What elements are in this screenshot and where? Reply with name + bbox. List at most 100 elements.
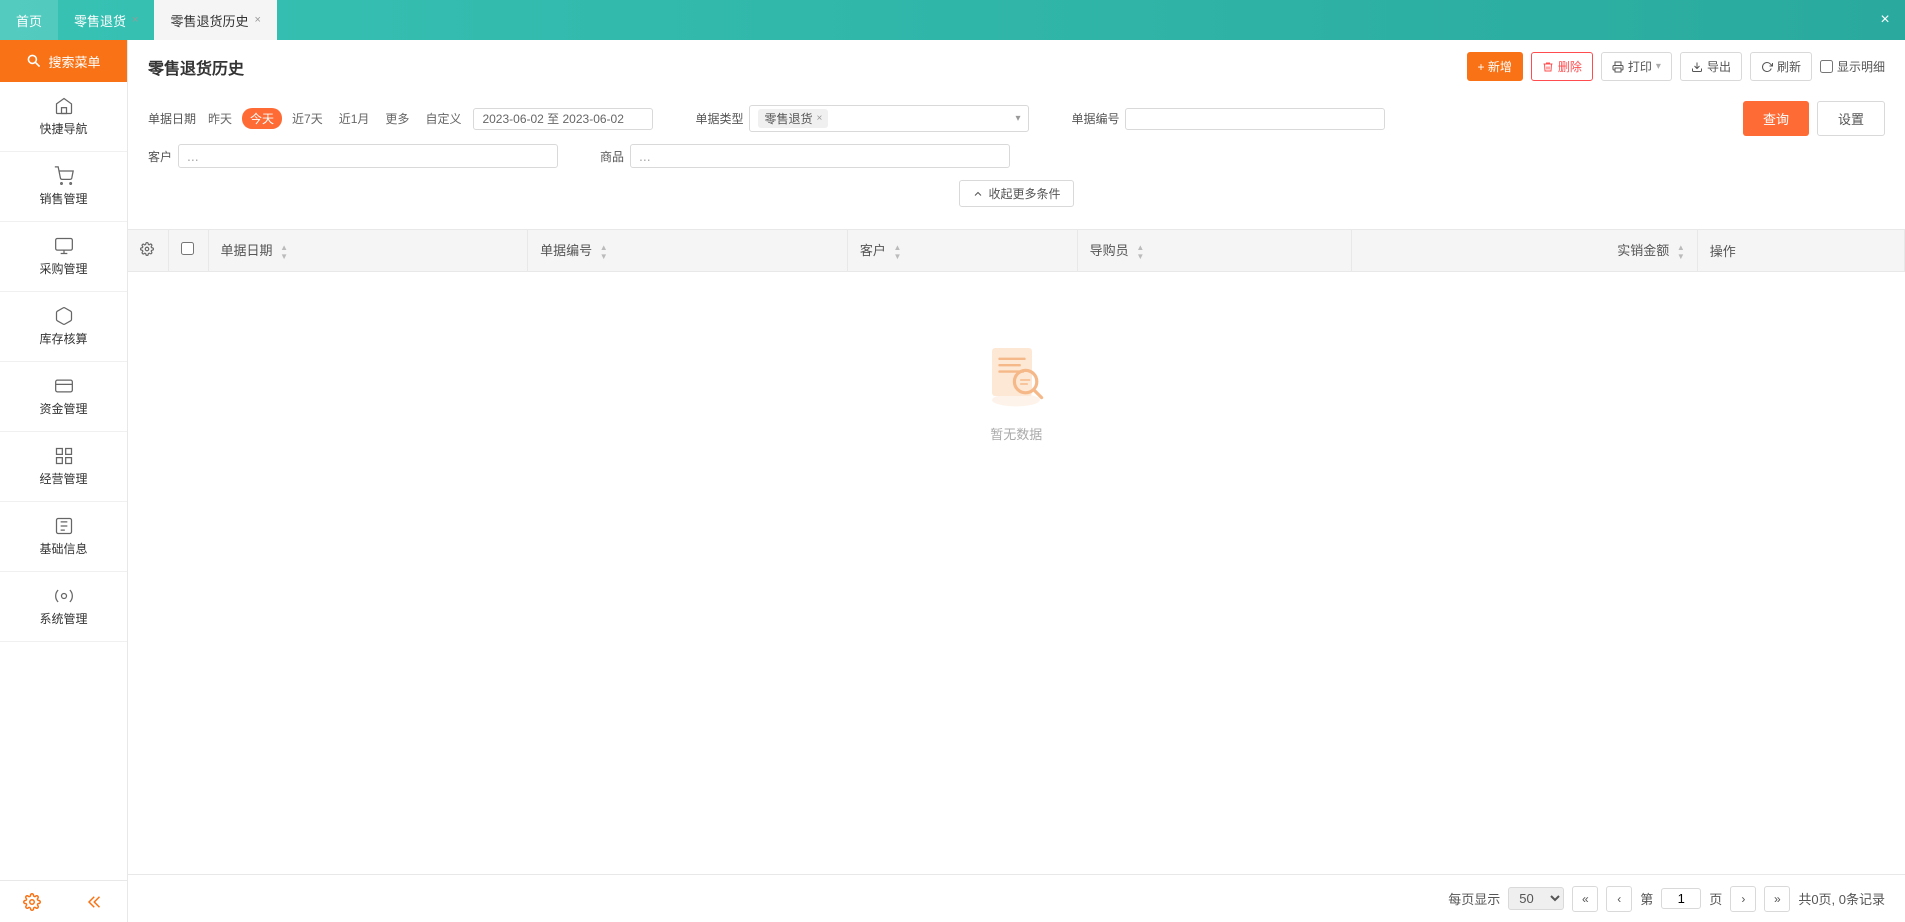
sidebar-search-label: 搜索菜单 (48, 52, 100, 71)
purchase-icon (54, 236, 74, 256)
customer-ellipsis: ... (187, 148, 199, 164)
tab-retail-return-history[interactable]: 零售退货历史 × (154, 0, 276, 40)
sidebar-item-ops-mgmt[interactable]: 经营管理 (0, 432, 127, 502)
first-page-btn[interactable]: « (1572, 886, 1598, 912)
sort-amount-icon: ▲▼ (1677, 243, 1685, 261)
sidebar-item-inventory-label: 库存核算 (39, 330, 87, 347)
date-1month[interactable]: 近1月 (333, 108, 376, 129)
sidebar-item-ops-label: 经营管理 (39, 470, 87, 487)
page-header-top: 零售退货历史 + 新增 删除 打印 ▾ (148, 52, 1885, 81)
th-checkbox[interactable] (168, 230, 208, 271)
th-actions: 操作 (1697, 230, 1904, 271)
sidebar-search[interactable]: 搜索菜单 (0, 40, 127, 82)
th-voucher-label: 单据编号 (540, 243, 592, 258)
next-page-btn[interactable]: › (1730, 886, 1756, 912)
tab-retail-return-history-close[interactable]: × (254, 14, 260, 26)
sidebar-item-inventory[interactable]: 库存核算 (0, 292, 127, 362)
tab-home[interactable]: 首页 (0, 0, 58, 40)
sidebar-item-sales-mgmt[interactable]: 销售管理 (0, 152, 127, 222)
date-range-input[interactable] (473, 108, 653, 130)
refresh-button[interactable]: 刷新 (1750, 52, 1812, 81)
top-bar: 首页 零售退货 × 零售退货历史 × × (0, 0, 1905, 40)
export-button[interactable]: 导出 (1680, 52, 1742, 81)
th-actions-label: 操作 (1710, 244, 1736, 259)
refresh-label: 刷新 (1777, 58, 1801, 75)
customer-filter-item: 客户 ... (148, 144, 558, 168)
th-date[interactable]: 单据日期 ▲▼ (208, 230, 528, 271)
date-filter-label: 单据日期 (148, 110, 196, 127)
print-dropdown-icon: ▾ (1656, 61, 1661, 72)
select-all-checkbox[interactable] (181, 242, 194, 255)
date-7days[interactable]: 近7天 (286, 108, 329, 129)
sort-guide-icon: ▲▼ (1136, 243, 1144, 261)
prev-page-btn[interactable]: ‹ (1606, 886, 1632, 912)
info-icon (54, 516, 74, 536)
date-yesterday[interactable]: 昨天 (202, 108, 238, 129)
th-guide-label: 导购员 (1090, 243, 1129, 258)
query-button[interactable]: 查询 (1743, 101, 1809, 136)
header-actions: + 新增 删除 打印 ▾ (1467, 52, 1885, 81)
display-detail-input[interactable] (1820, 60, 1833, 73)
customer-filter-label: 客户 (148, 148, 172, 165)
customer-select[interactable]: ... (178, 144, 558, 168)
page-input[interactable] (1661, 888, 1701, 909)
sidebar-collapse-btn[interactable] (79, 886, 111, 918)
sales-icon (54, 166, 74, 186)
th-settings[interactable] (128, 230, 168, 271)
delete-label: 删除 (1558, 58, 1582, 75)
page-unit: 页 (1709, 889, 1722, 908)
main-layout: 搜索菜单 快捷导航 销售管理 (0, 40, 1905, 922)
inventory-icon (54, 306, 74, 326)
th-amount-label: 实销金额 (1617, 243, 1669, 258)
sidebar-item-purchase-mgmt[interactable]: 采购管理 (0, 222, 127, 292)
tab-home-label: 首页 (16, 11, 42, 30)
th-customer[interactable]: 客户 ▲▼ (847, 230, 1077, 271)
goods-select[interactable]: ... (630, 144, 1010, 168)
page-header: 零售退货历史 + 新增 删除 打印 ▾ (128, 40, 1905, 230)
table-settings-icon (140, 242, 154, 256)
search-icon (26, 53, 42, 69)
sidebar-item-sys-mgmt[interactable]: 系统管理 (0, 572, 127, 642)
delete-button[interactable]: 删除 (1531, 52, 1593, 81)
type-tag-close[interactable]: × (816, 113, 822, 124)
per-page-select[interactable]: 50 20 100 (1508, 887, 1564, 910)
goods-filter-label: 商品 (600, 148, 624, 165)
delete-icon (1542, 61, 1554, 73)
sidebar-item-sys-mgmt-label: 系统管理 (39, 610, 87, 627)
type-select[interactable]: 零售退货 × ▾ (749, 105, 1029, 132)
refresh-icon (1761, 61, 1773, 73)
sidebar-item-quick-nav-label: 快捷导航 (39, 120, 87, 137)
table-header: 单据日期 ▲▼ 单据编号 ▲▼ 客户 ▲▼ 导购员 (128, 230, 1905, 271)
tab-retail-return-close[interactable]: × (132, 14, 138, 26)
sidebar-settings-btn[interactable] (16, 886, 48, 918)
voucher-input[interactable] (1125, 108, 1385, 130)
filter-area: 单据日期 昨天 今天 近7天 近1月 更多 自定义 单据类型 (148, 91, 1885, 229)
total-text: 共0页, 0条记录 (1798, 889, 1885, 908)
th-guide[interactable]: 导购员 ▲▼ (1077, 230, 1352, 271)
print-button[interactable]: 打印 ▾ (1601, 52, 1672, 81)
goods-filter-item: 商品 ... (600, 144, 1010, 168)
date-more[interactable]: 更多 (379, 108, 415, 129)
chevron-up-icon (972, 188, 984, 200)
last-page-btn[interactable]: » (1764, 886, 1790, 912)
tab-retail-return[interactable]: 零售退货 × (58, 0, 154, 40)
date-custom[interactable]: 自定义 (419, 108, 467, 129)
date-today[interactable]: 今天 (242, 108, 282, 129)
filter-settings-button[interactable]: 设置 (1817, 101, 1885, 136)
sidebar-item-finance-mgmt[interactable]: 资金管理 (0, 362, 127, 432)
sidebar-item-basic-info[interactable]: 基础信息 (0, 502, 127, 572)
th-amount[interactable]: 实销金额 ▲▼ (1352, 230, 1697, 271)
sidebar-item-quick-nav[interactable]: 快捷导航 (0, 82, 127, 152)
display-detail-checkbox[interactable]: 显示明细 (1820, 58, 1885, 75)
empty-icon (976, 332, 1056, 412)
filter-row-2: 客户 ... 商品 ... (148, 144, 1885, 168)
collapse-button[interactable]: 收起更多条件 (959, 180, 1073, 207)
window-close-button[interactable]: × (1865, 0, 1905, 40)
collapse-icon (86, 893, 104, 911)
sidebar-menu: 快捷导航 销售管理 采购管理 库存核算 (0, 82, 127, 880)
sidebar-item-basic-info-label: 基础信息 (39, 540, 87, 557)
type-filter-item: 单据类型 零售退货 × ▾ (695, 105, 1029, 132)
th-voucher[interactable]: 单据编号 ▲▼ (528, 230, 848, 271)
add-button[interactable]: + 新增 (1467, 52, 1523, 81)
date-filter-item: 单据日期 昨天 今天 近7天 近1月 更多 自定义 (148, 108, 653, 130)
